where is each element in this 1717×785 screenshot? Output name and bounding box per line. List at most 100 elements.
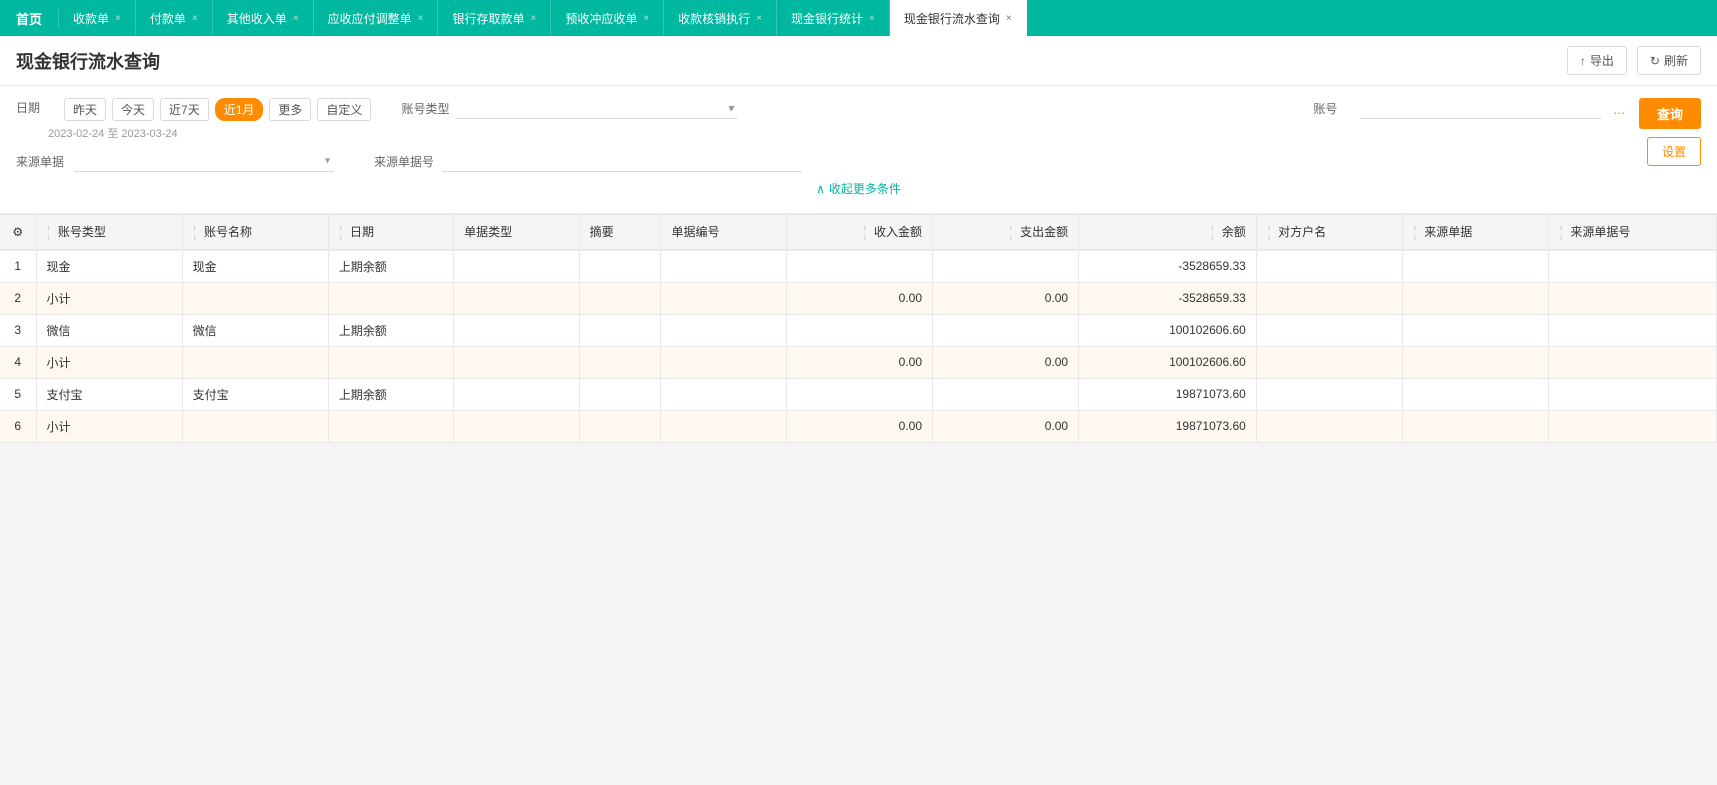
table-cell-source_doc: [1402, 346, 1548, 378]
table-cell-source_doc_no: [1549, 410, 1717, 442]
table-cell-acct_name: 现金: [182, 250, 328, 283]
col-summary[interactable]: 摘要: [579, 215, 661, 250]
table-cell-doc_no: [661, 314, 786, 346]
nav-tab-4[interactable]: 银行存取款单 ×: [438, 0, 551, 36]
col-acct-type[interactable]: ↑↓ 账号类型: [36, 215, 182, 250]
table-cell-acct_name: 微信: [182, 314, 328, 346]
table-cell-date: 上期余额: [328, 250, 453, 283]
table-cell-summary: [579, 282, 661, 314]
table-cell-balance: 19871073.60: [1079, 410, 1257, 442]
nav-home[interactable]: 首页: [0, 9, 59, 28]
date-btn-custom[interactable]: 自定义: [317, 98, 371, 121]
refresh-icon: ↻: [1650, 54, 1660, 68]
table-cell-income: 0.00: [786, 282, 932, 314]
table-cell-income: 0.00: [786, 346, 932, 378]
table-cell-source_doc_no: [1549, 378, 1717, 410]
table-cell-summary: [579, 410, 661, 442]
col-gear[interactable]: ⚙: [0, 215, 36, 250]
table-cell-source_doc: [1402, 314, 1548, 346]
table-row-num: 1: [0, 250, 36, 283]
nav-tab-6[interactable]: 收款核销执行 ×: [664, 0, 777, 36]
close-icon[interactable]: ×: [643, 13, 649, 24]
table-cell-doc_no: [661, 378, 786, 410]
date-btn-today[interactable]: 今天: [112, 98, 154, 121]
close-icon[interactable]: ×: [869, 13, 875, 24]
table-cell-doc_type: [454, 250, 579, 283]
nav-tab-2[interactable]: 其他收入单 ×: [213, 0, 314, 36]
close-icon[interactable]: ×: [1006, 13, 1012, 24]
table-cell-expense: 0.00: [933, 410, 1079, 442]
col-acct-name[interactable]: ↑↓ 账号名称: [182, 215, 328, 250]
source-doc-no-input[interactable]: [442, 151, 802, 172]
refresh-button[interactable]: ↻ 刷新: [1637, 46, 1701, 75]
col-source-doc-no[interactable]: ↑↓ 来源单据号: [1549, 215, 1717, 250]
acct-type-select[interactable]: [457, 98, 737, 119]
settings-button[interactable]: 设置: [1647, 137, 1701, 166]
table-cell-doc_type: [454, 314, 579, 346]
close-icon[interactable]: ×: [756, 13, 762, 24]
col-doc-type[interactable]: 单据类型: [454, 215, 579, 250]
col-expense[interactable]: ↑↓ 支出金额: [933, 215, 1079, 250]
gear-icon[interactable]: ⚙: [12, 225, 23, 239]
table-cell-counterpart: [1256, 346, 1402, 378]
col-date[interactable]: ↑↓ 日期: [328, 215, 453, 250]
table-cell-expense: [933, 314, 1079, 346]
table-cell-doc_no: [661, 282, 786, 314]
table-cell-counterpart: [1256, 314, 1402, 346]
header-actions: ↑ 导出 ↻ 刷新: [1567, 46, 1701, 75]
table-cell-expense: 0.00: [933, 346, 1079, 378]
date-btn-yesterday[interactable]: 昨天: [64, 98, 106, 121]
source-doc-no-wrapper: 来源单据号: [374, 151, 802, 172]
nav-tab-3[interactable]: 应收应付调整单 ×: [314, 0, 439, 36]
collapse-bar[interactable]: ∧ 收起更多条件: [16, 176, 1701, 201]
table-cell-summary: [579, 378, 661, 410]
table-cell-date: 上期余额: [328, 378, 453, 410]
nav-tab-1[interactable]: 付款单 ×: [136, 0, 213, 36]
chevron-up-icon: ∧: [816, 182, 825, 196]
nav-tab-7[interactable]: 现金银行统计 ×: [777, 0, 890, 36]
col-counterpart[interactable]: ↑↓ 对方户名: [1256, 215, 1402, 250]
col-income[interactable]: ↑↓ 收入金额: [786, 215, 932, 250]
date-btn-more[interactable]: 更多: [269, 98, 311, 121]
close-icon[interactable]: ×: [115, 13, 121, 24]
table-cell-income: 0.00: [786, 410, 932, 442]
table-cell-balance: -3528659.33: [1079, 282, 1257, 314]
col-source-doc[interactable]: ↑↓ 来源单据: [1402, 215, 1548, 250]
table-cell-expense: [933, 378, 1079, 410]
close-icon[interactable]: ×: [418, 13, 424, 24]
col-balance[interactable]: ↑↓ 余额: [1079, 215, 1257, 250]
nav-tab-8[interactable]: 现金银行流水查询 ×: [890, 0, 1027, 36]
close-icon[interactable]: ×: [192, 13, 198, 24]
table-cell-doc_type: [454, 282, 579, 314]
table-cell-acct_name: [182, 346, 328, 378]
table-cell-source_doc_no: [1549, 314, 1717, 346]
close-icon[interactable]: ×: [530, 13, 536, 24]
page-title: 现金银行流水查询: [16, 48, 160, 74]
close-icon[interactable]: ×: [293, 13, 299, 24]
filter-area: 日期 昨天 今天 近7天 近1月 更多 自定义 2023-02-24 至 202…: [0, 86, 1717, 214]
table-cell-doc_type: [454, 346, 579, 378]
acct-type-section: 账号类型 ▾: [401, 98, 1283, 119]
date-btn-7days[interactable]: 近7天: [160, 98, 209, 121]
collapse-label: 收起更多条件: [829, 180, 901, 197]
source-doc-select[interactable]: [74, 151, 334, 171]
filter-buttons: 查询 设置: [1629, 98, 1701, 172]
export-button[interactable]: ↑ 导出: [1567, 46, 1627, 75]
filter-row2: 来源单据 ▾ 来源单据号: [16, 151, 1629, 172]
export-icon: ↑: [1580, 54, 1586, 68]
table-cell-date: [328, 282, 453, 314]
acct-no-label: 账号: [1313, 100, 1353, 117]
acct-no-ellipsis[interactable]: ...: [1609, 101, 1629, 117]
query-button[interactable]: 查询: [1639, 98, 1701, 129]
table-cell-doc_no: [661, 346, 786, 378]
acct-no-input[interactable]: [1361, 98, 1601, 119]
nav-tab-0[interactable]: 收款单 ×: [59, 0, 136, 36]
table-cell-counterpart: [1256, 282, 1402, 314]
col-doc-no[interactable]: 单据编号: [661, 215, 786, 250]
table-row-num: 2: [0, 282, 36, 314]
date-label: 日期: [16, 99, 56, 116]
top-nav: 首页 收款单 × 付款单 × 其他收入单 × 应收应付调整单 × 银行存取款单 …: [0, 0, 1717, 36]
nav-tab-5[interactable]: 预收冲应收单 ×: [551, 0, 664, 36]
table-cell-income: [786, 314, 932, 346]
date-btn-1month[interactable]: 近1月: [215, 98, 264, 121]
